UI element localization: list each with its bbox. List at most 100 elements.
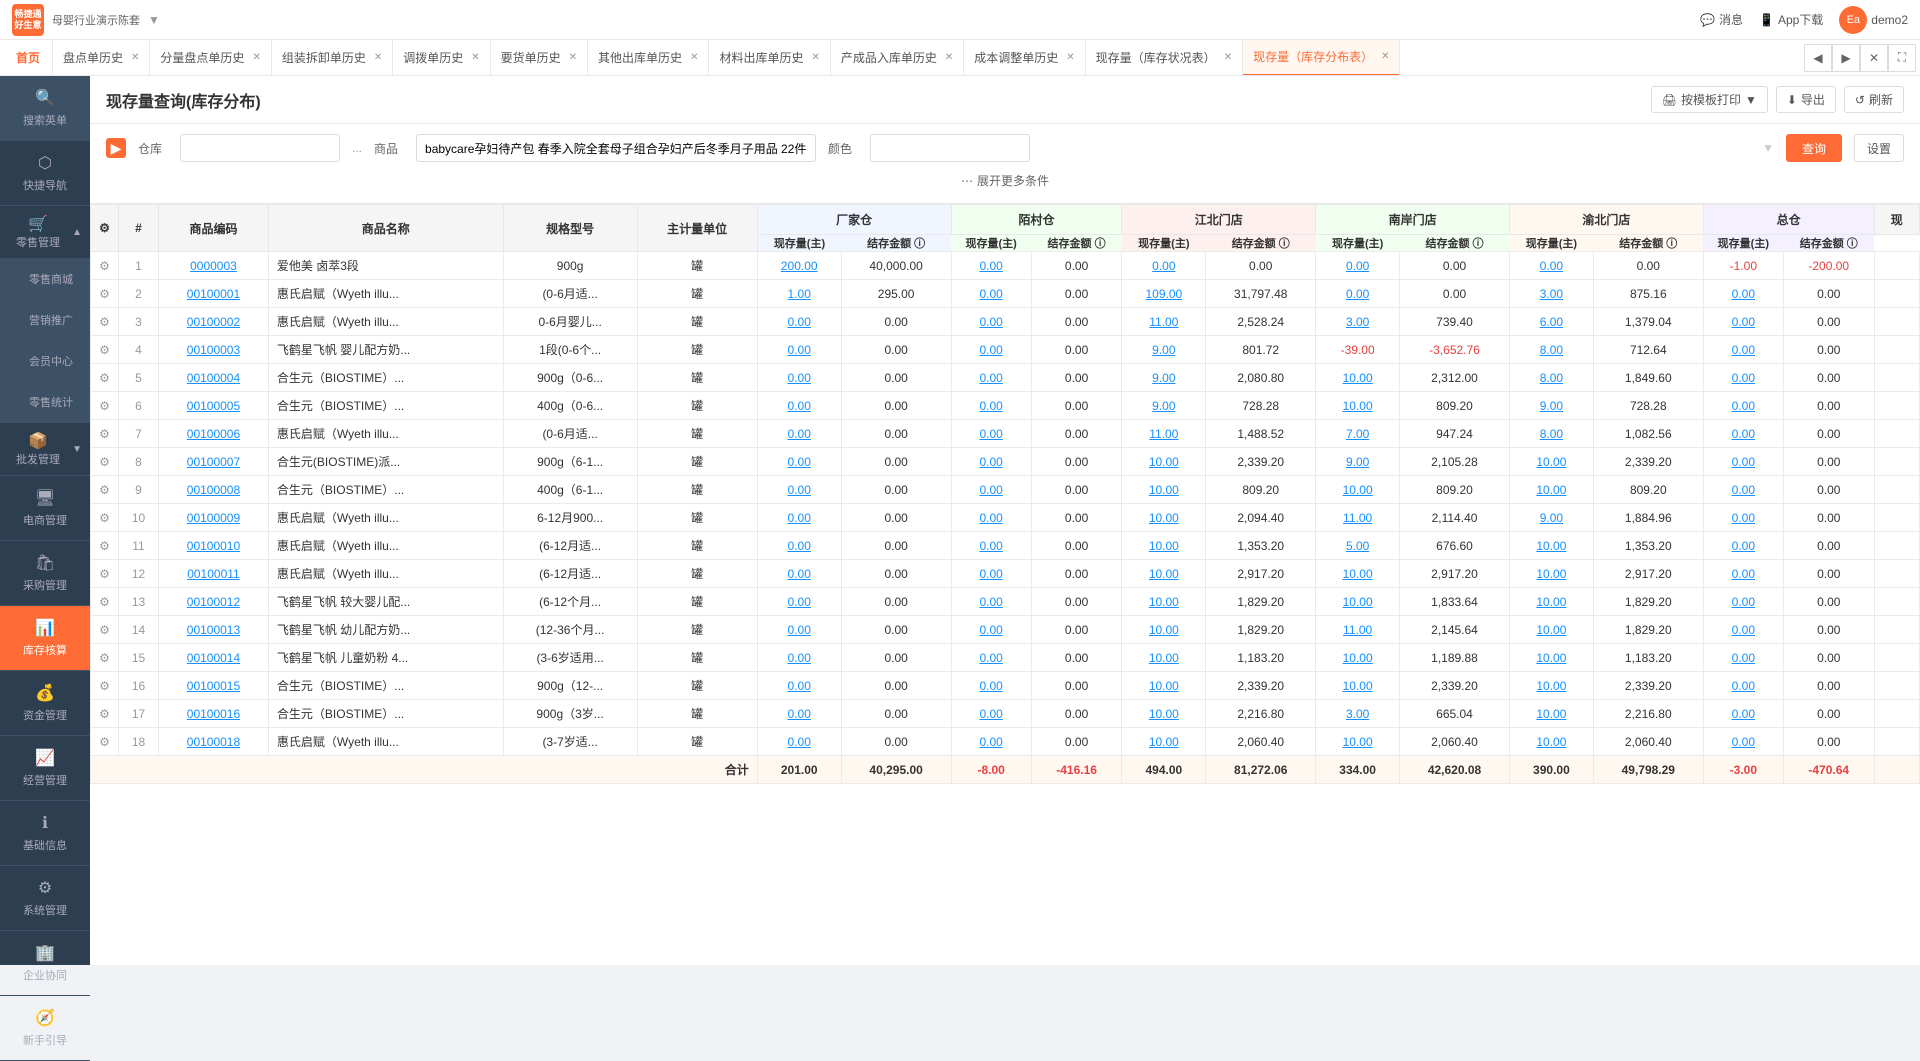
td-jb-qty[interactable]: 10.00 bbox=[1122, 700, 1206, 728]
td-t-qty[interactable]: 0.00 bbox=[1703, 364, 1783, 392]
td-jb-qty[interactable]: 10.00 bbox=[1122, 448, 1206, 476]
td-t-qty[interactable]: 0.00 bbox=[1703, 336, 1783, 364]
td-na-qty[interactable]: 10.00 bbox=[1316, 644, 1400, 672]
tab-close-icon[interactable]: ✕ bbox=[1224, 52, 1232, 63]
td-settings[interactable]: ⚙ bbox=[91, 252, 119, 280]
td-jb-qty[interactable]: 10.00 bbox=[1122, 588, 1206, 616]
tab-close-icon[interactable]: ✕ bbox=[811, 52, 819, 63]
td-t-qty[interactable]: 0.00 bbox=[1703, 644, 1783, 672]
td-jb-qty[interactable]: 10.00 bbox=[1122, 476, 1206, 504]
td-v-qty[interactable]: 0.00 bbox=[951, 364, 1031, 392]
td-yb-qty[interactable]: 10.00 bbox=[1509, 560, 1593, 588]
td-f-qty[interactable]: 0.00 bbox=[757, 476, 841, 504]
dropdown-arrow-icon[interactable]: ▼ bbox=[148, 13, 160, 27]
sidebar-item-finance[interactable]: 💰 资金管理 bbox=[0, 671, 90, 736]
td-v-qty[interactable]: 0.00 bbox=[951, 504, 1031, 532]
color-input[interactable] bbox=[870, 134, 1030, 162]
td-yb-qty[interactable]: 3.00 bbox=[1509, 280, 1593, 308]
td-na-qty[interactable]: 10.00 bbox=[1316, 476, 1400, 504]
td-code[interactable]: 00100003 bbox=[159, 336, 269, 364]
td-yb-qty[interactable]: 10.00 bbox=[1509, 672, 1593, 700]
td-code[interactable]: 00100008 bbox=[159, 476, 269, 504]
td-t-qty[interactable]: 0.00 bbox=[1703, 672, 1783, 700]
td-na-qty[interactable]: 7.00 bbox=[1316, 420, 1400, 448]
sidebar-item-marketing[interactable]: 营销推广 bbox=[0, 300, 90, 341]
td-settings[interactable]: ⚙ bbox=[91, 392, 119, 420]
td-yb-qty[interactable]: 9.00 bbox=[1509, 392, 1593, 420]
td-t-qty[interactable]: 0.00 bbox=[1703, 308, 1783, 336]
tab-stock-dist[interactable]: 现存量（库存分布表）✕ bbox=[1243, 40, 1400, 76]
tab-expand-btn[interactable]: ⛶ bbox=[1888, 44, 1916, 72]
td-settings[interactable]: ⚙ bbox=[91, 728, 119, 756]
td-f-qty[interactable]: 0.00 bbox=[757, 420, 841, 448]
color-dropdown-icon[interactable]: ▼ bbox=[1762, 141, 1774, 155]
td-yb-qty[interactable]: 6.00 bbox=[1509, 308, 1593, 336]
td-settings[interactable]: ⚙ bbox=[91, 560, 119, 588]
td-t-qty[interactable]: 0.00 bbox=[1703, 476, 1783, 504]
sidebar-item-stock[interactable]: 📊 库存核算 bbox=[0, 606, 90, 671]
tab-stock-status[interactable]: 现存量（库存状况表）✕ bbox=[1086, 40, 1243, 76]
tab-close-icon[interactable]: ✕ bbox=[690, 52, 698, 63]
tab-prev-btn[interactable]: ◀ bbox=[1804, 44, 1832, 72]
td-code[interactable]: 00100009 bbox=[159, 504, 269, 532]
td-settings[interactable]: ⚙ bbox=[91, 448, 119, 476]
td-v-qty[interactable]: 0.00 bbox=[951, 252, 1031, 280]
sidebar-item-retail-stat[interactable]: 零售统计 bbox=[0, 382, 90, 423]
td-na-qty[interactable]: 11.00 bbox=[1316, 616, 1400, 644]
td-code[interactable]: 00100001 bbox=[159, 280, 269, 308]
td-v-qty[interactable]: 0.00 bbox=[951, 476, 1031, 504]
td-t-qty[interactable]: 0.00 bbox=[1703, 616, 1783, 644]
tab-close-icon[interactable]: ✕ bbox=[1381, 51, 1389, 62]
sidebar-item-wholesale[interactable]: 📦 批发管理 ▼ bbox=[0, 423, 90, 476]
td-yb-qty[interactable]: 10.00 bbox=[1509, 644, 1593, 672]
td-jb-qty[interactable]: 10.00 bbox=[1122, 672, 1206, 700]
td-v-qty[interactable]: 0.00 bbox=[951, 392, 1031, 420]
td-code[interactable]: 00100002 bbox=[159, 308, 269, 336]
td-na-qty[interactable]: 10.00 bbox=[1316, 560, 1400, 588]
tab-cost-adjust[interactable]: 成本调整单历史 ✕ bbox=[964, 40, 1085, 76]
sidebar-item-nav[interactable]: ⬡ 快捷导航 bbox=[0, 141, 90, 206]
td-f-qty[interactable]: 0.00 bbox=[757, 672, 841, 700]
td-f-qty[interactable]: 200.00 bbox=[757, 252, 841, 280]
td-f-qty[interactable]: 0.00 bbox=[757, 308, 841, 336]
td-v-qty[interactable]: 0.00 bbox=[951, 448, 1031, 476]
tab-stocktake[interactable]: 盘点单历史 ✕ bbox=[53, 40, 150, 76]
td-settings[interactable]: ⚙ bbox=[91, 504, 119, 532]
td-f-qty[interactable]: 0.00 bbox=[757, 364, 841, 392]
user-menu[interactable]: Ea demo2 bbox=[1839, 6, 1908, 34]
tab-product-in[interactable]: 产成品入库单历史 ✕ bbox=[831, 40, 964, 76]
td-t-qty[interactable]: 0.00 bbox=[1703, 532, 1783, 560]
td-settings[interactable]: ⚙ bbox=[91, 532, 119, 560]
td-v-qty[interactable]: 0.00 bbox=[951, 280, 1031, 308]
td-jb-qty[interactable]: 10.00 bbox=[1122, 532, 1206, 560]
td-code[interactable]: 00100014 bbox=[159, 644, 269, 672]
td-code[interactable]: 00100013 bbox=[159, 616, 269, 644]
td-settings[interactable]: ⚙ bbox=[91, 700, 119, 728]
td-v-qty[interactable]: 0.00 bbox=[951, 560, 1031, 588]
td-yb-qty[interactable]: 10.00 bbox=[1509, 476, 1593, 504]
tab-close-icon[interactable]: ✕ bbox=[471, 52, 479, 63]
td-code[interactable]: 00100012 bbox=[159, 588, 269, 616]
tab-close-icon[interactable]: ✕ bbox=[374, 52, 382, 63]
tab-other-out[interactable]: 其他出库单历史 ✕ bbox=[588, 40, 709, 76]
td-na-qty[interactable]: 3.00 bbox=[1316, 700, 1400, 728]
td-t-qty[interactable]: 0.00 bbox=[1703, 560, 1783, 588]
td-t-qty[interactable]: 0.00 bbox=[1703, 392, 1783, 420]
td-jb-qty[interactable]: 10.00 bbox=[1122, 560, 1206, 588]
td-yb-qty[interactable]: 8.00 bbox=[1509, 336, 1593, 364]
sidebar-item-system[interactable]: ⚙ 系统管理 bbox=[0, 866, 90, 931]
td-v-qty[interactable]: 0.00 bbox=[951, 700, 1031, 728]
td-settings[interactable]: ⚙ bbox=[91, 336, 119, 364]
td-jb-qty[interactable]: 9.00 bbox=[1122, 392, 1206, 420]
td-v-qty[interactable]: 0.00 bbox=[951, 420, 1031, 448]
td-f-qty[interactable]: 0.00 bbox=[757, 532, 841, 560]
td-v-qty[interactable]: 0.00 bbox=[951, 728, 1031, 756]
td-settings[interactable]: ⚙ bbox=[91, 476, 119, 504]
td-t-qty[interactable]: 0.00 bbox=[1703, 700, 1783, 728]
tab-close-icon[interactable]: ✕ bbox=[252, 52, 260, 63]
td-yb-qty[interactable]: 8.00 bbox=[1509, 420, 1593, 448]
td-na-qty[interactable]: 0.00 bbox=[1316, 280, 1400, 308]
td-f-qty[interactable]: 0.00 bbox=[757, 392, 841, 420]
td-v-qty[interactable]: 0.00 bbox=[951, 672, 1031, 700]
td-na-qty[interactable]: 10.00 bbox=[1316, 588, 1400, 616]
